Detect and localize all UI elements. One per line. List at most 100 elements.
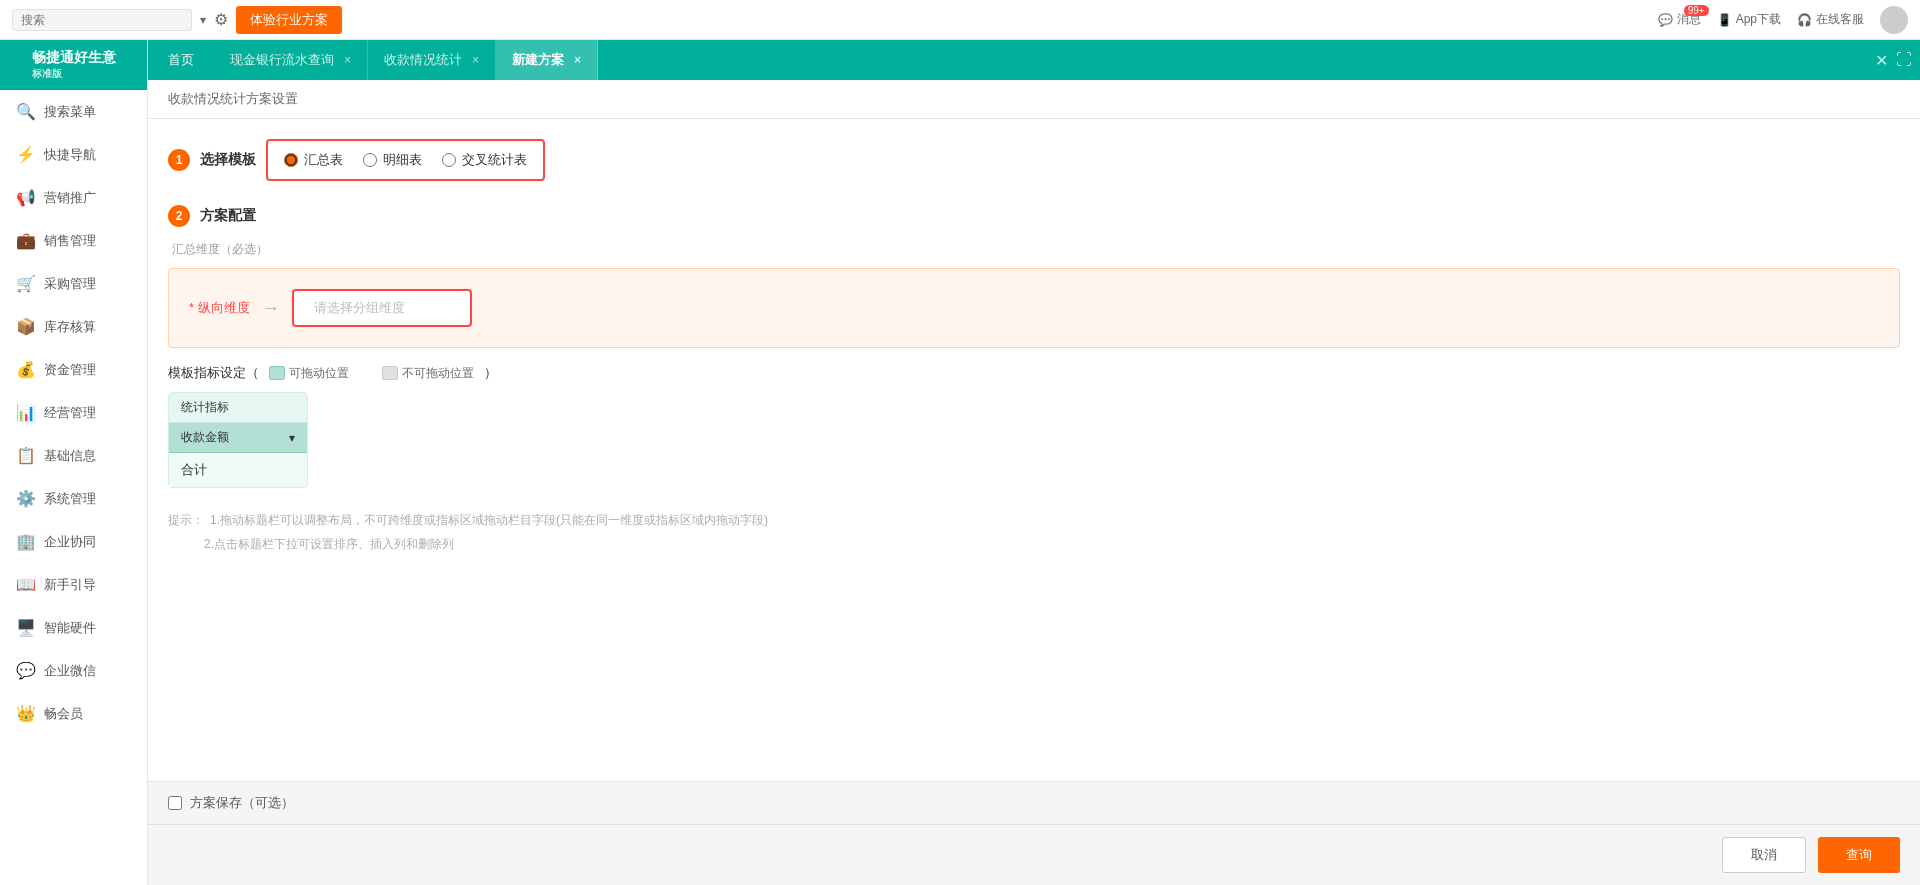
member-icon: 👑 [16,704,36,723]
dimension-title: 汇总维度（必选） [168,241,1900,258]
tab-bar-actions: ✕ ⛶ [1875,51,1920,70]
step2-num: 2 [168,205,190,227]
save-label: 方案保存（可选） [190,794,294,812]
stat-label: 统计指标 [181,399,229,416]
bottom-bar: 取消 查询 [148,824,1920,885]
trial-button[interactable]: 体验行业方案 [236,6,342,34]
sidebar-item-collab[interactable]: 🏢 企业协同 [0,520,147,563]
page-header: 收款情况统计方案设置 [148,80,1920,119]
sidebar-item-purchase[interactable]: 🛒 采购管理 [0,262,147,305]
gear-icon[interactable]: ⚙ [214,10,228,29]
step2-header: 2 方案配置 [168,205,1900,227]
draggable-box [269,366,285,380]
search-input[interactable] [12,9,192,31]
legend-non-draggable: 不可拖动位置 [382,365,474,382]
message-icon: 💬 [1658,13,1673,27]
tab-cashflow[interactable]: 现金银行流水查询 × [214,40,368,80]
dimension-area: * 纵向维度 → 请选择分组维度 [168,268,1900,348]
arrow-icon: → [262,298,280,319]
template-box: 汇总表 明细表 交叉统计表 [266,139,545,181]
content-area: 收款情况统计方案设置 1 选择模板 汇总表 [148,80,1920,824]
inventory-icon: 📦 [16,317,36,336]
purchase-icon: 🛒 [16,274,36,293]
sidebar-item-basic[interactable]: 📋 基础信息 [0,434,147,477]
sidebar-item-management[interactable]: 📊 经营管理 [0,391,147,434]
tab-collection-close[interactable]: × [472,53,479,67]
radio-cross-input[interactable] [442,153,456,167]
sidebar-item-wechat[interactable]: 💬 企业微信 [0,649,147,692]
vertical-label: * 纵向维度 [189,299,250,317]
radio-summary[interactable]: 汇总表 [284,151,343,169]
search-icon: 🔍 [16,102,36,121]
top-bar: ▾ ⚙ 体验行业方案 💬 消息 99+ 📱 App下载 🎧 在线客服 [0,0,1920,40]
tab-bar: 首页 现金银行流水查询 × 收款情况统计 × 新建方案 × ✕ ⛶ [148,40,1920,80]
sidebar-item-hardware[interactable]: 🖥️ 智能硬件 [0,606,147,649]
sidebar-item-member[interactable]: 👑 畅会员 [0,692,147,735]
system-icon: ⚙️ [16,489,36,508]
metric-settings: 模板指标设定（ 可拖动位置 不可拖动位置 ） [168,364,1900,488]
step1-title: 选择模板 [200,151,256,169]
message-button[interactable]: 💬 消息 99+ [1658,11,1701,28]
tab-home[interactable]: 首页 [148,40,214,80]
sidebar-logo: 畅捷通好生意 标准版 [0,40,147,90]
radio-detail[interactable]: 明细表 [363,151,422,169]
step1-section: 1 选择模板 汇总表 明细表 [168,139,1900,181]
sidebar-item-search[interactable]: 🔍 搜索菜单 [0,90,147,133]
dimension-select[interactable]: 请选择分组维度 [292,289,472,327]
sidebar-item-sales[interactable]: 💼 销售管理 [0,219,147,262]
tab-collection[interactable]: 收款情况统计 × [368,40,496,80]
sidebar-item-guide[interactable]: 📖 新手引导 [0,563,147,606]
avatar[interactable] [1880,6,1908,34]
non-draggable-box [382,366,398,380]
dropdown-arrow-icon[interactable]: ▾ [289,431,295,445]
finance-icon: 💰 [16,360,36,379]
metric-title-text: 模板指标设定（ [168,364,259,382]
top-bar-left: ▾ ⚙ 体验行业方案 [12,6,1658,34]
save-checkbox[interactable] [168,796,182,810]
sidebar-item-finance[interactable]: 💰 资金管理 [0,348,147,391]
wechat-icon: 💬 [16,661,36,680]
collab-icon: 🏢 [16,532,36,551]
tab-newplan[interactable]: 新建方案 × [496,40,598,80]
tab-newplan-close[interactable]: × [574,53,581,67]
guide-icon: 📖 [16,575,36,594]
metric-table-header: 统计指标 [169,393,307,423]
close-tab-icon[interactable]: ✕ [1875,51,1888,70]
query-button[interactable]: 查询 [1818,837,1900,873]
metric-settings-title: 模板指标设定（ 可拖动位置 不可拖动位置 ） [168,364,1900,382]
config-section: 汇总维度（必选） * 纵向维度 → 请选择分组维度 [168,241,1900,556]
radio-detail-input[interactable] [363,153,377,167]
legend-separator [359,364,372,382]
form-area: 1 选择模板 汇总表 明细表 [148,119,1920,781]
top-bar-right: 💬 消息 99+ 📱 App下载 🎧 在线客服 [1658,6,1908,34]
title-close-paren: ） [484,364,497,382]
step2-section: 2 方案配置 汇总维度（必选） * 纵向维度 → 请选择分组维度 [168,205,1900,556]
step1-num: 1 [168,149,190,171]
main-layout: 畅捷通好生意 标准版 🔍 搜索菜单 ⚡ 快捷导航 📢 营销推广 💼 销售管理 🛒… [0,40,1920,885]
message-badge: 99+ [1684,5,1709,16]
sidebar-item-quicknav[interactable]: ⚡ 快捷导航 [0,133,147,176]
legend-draggable: 可拖动位置 [269,365,349,382]
step2-title: 方案配置 [200,207,256,225]
dimension-row: * 纵向维度 → 请选择分组维度 [189,289,1879,327]
sidebar-item-system[interactable]: ⚙️ 系统管理 [0,477,147,520]
hardware-icon: 🖥️ [16,618,36,637]
sidebar: 畅捷通好生意 标准版 🔍 搜索菜单 ⚡ 快捷导航 📢 营销推广 💼 销售管理 🛒… [0,40,148,885]
metric-table: 统计指标 收款金额 ▾ 合计 [168,392,308,488]
cancel-button[interactable]: 取消 [1722,837,1806,873]
metric-cell: 合计 [169,453,307,487]
marketing-icon: 📢 [16,188,36,207]
radio-summary-input[interactable] [284,153,298,167]
dropdown-icon[interactable]: ▾ [200,13,206,27]
tab-cashflow-close[interactable]: × [344,53,351,67]
radio-cross[interactable]: 交叉统计表 [442,151,527,169]
download-button[interactable]: 📱 App下载 [1717,11,1781,28]
sidebar-item-inventory[interactable]: 📦 库存核算 [0,305,147,348]
sidebar-item-marketing[interactable]: 📢 营销推广 [0,176,147,219]
download-icon: 📱 [1717,13,1732,27]
metric-header-row: 收款金额 ▾ [169,423,307,453]
basic-icon: 📋 [16,446,36,465]
maximize-icon[interactable]: ⛶ [1896,51,1912,69]
hint-text: 提示：1.拖动标题栏可以调整布局，不可跨维度或指标区域拖动栏目字段(只能在同一维… [168,508,1900,556]
chat-button[interactable]: 🎧 在线客服 [1797,11,1864,28]
